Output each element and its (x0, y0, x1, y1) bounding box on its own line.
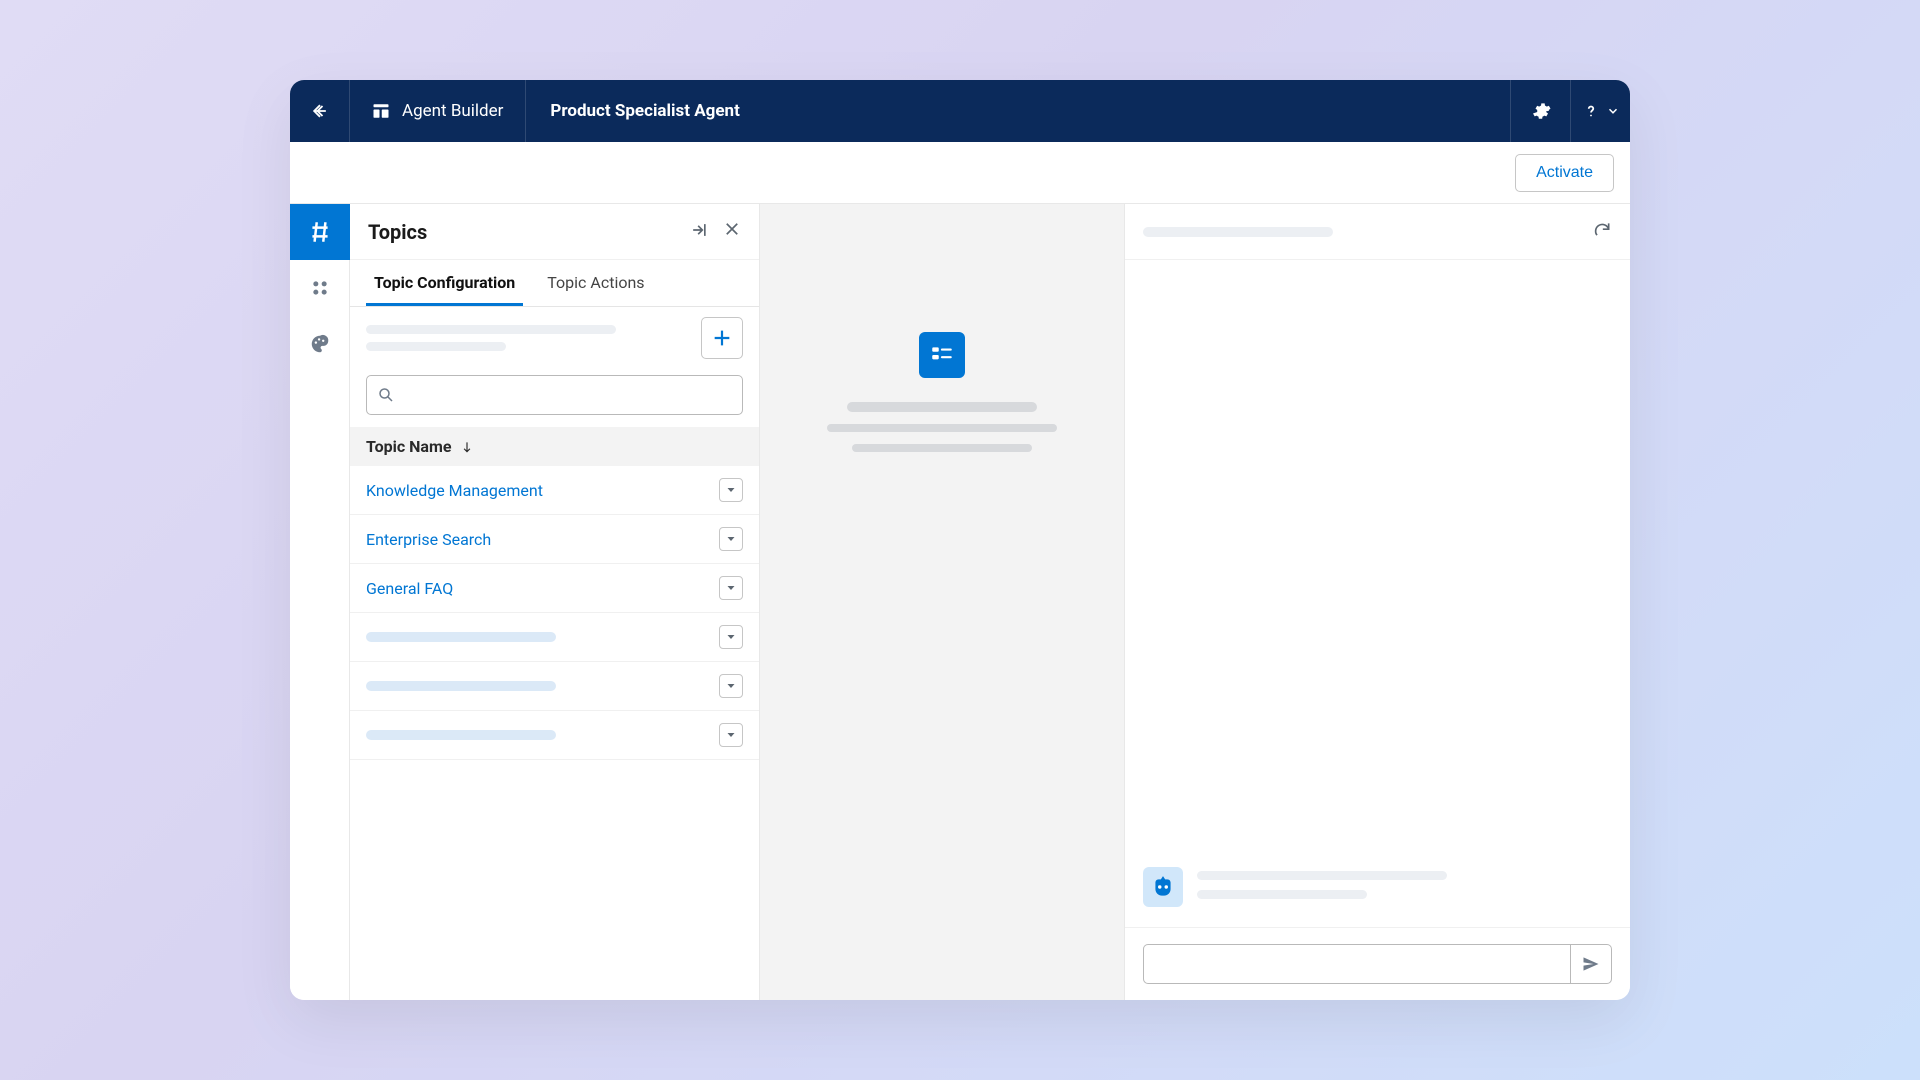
app-brand: Agent Builder (350, 80, 526, 142)
rail-topics[interactable] (290, 204, 350, 260)
assistant-placeholder (1197, 867, 1612, 907)
chat-header (1125, 204, 1630, 260)
help-icon (1582, 102, 1600, 120)
topic-link[interactable]: General FAQ (366, 579, 719, 598)
activate-button[interactable]: Activate (1515, 154, 1614, 192)
topic-placeholder (366, 730, 719, 740)
panel-tabs: Topic Configuration Topic Actions (350, 260, 759, 307)
app-icon (372, 102, 390, 120)
tab-topic-configuration[interactable]: Topic Configuration (366, 260, 523, 306)
table-row (350, 662, 759, 711)
topic-placeholder (366, 632, 719, 642)
rail-theme[interactable] (290, 316, 350, 372)
row-menu-button[interactable] (719, 625, 743, 649)
table-row: Knowledge Management (350, 466, 759, 515)
detail-icon-box (919, 332, 965, 378)
help-dropdown[interactable] (1570, 80, 1630, 142)
chevron-down-icon (1606, 104, 1620, 118)
content-area: Topics Topic Configuration Topic Actions (290, 204, 1630, 1000)
caret-down-icon (725, 631, 737, 643)
chat-title-placeholder (1143, 227, 1333, 237)
row-menu-button[interactable] (719, 527, 743, 551)
add-topic-button[interactable] (701, 317, 743, 359)
left-rail (290, 204, 350, 1000)
panel-toolbar (350, 307, 759, 367)
caret-down-icon (725, 582, 737, 594)
toolbar-placeholder (366, 325, 691, 351)
caret-down-icon (725, 729, 737, 741)
topic-placeholder (366, 681, 719, 691)
send-button[interactable] (1570, 944, 1612, 984)
hash-icon (307, 219, 333, 245)
tab-topic-actions[interactable]: Topic Actions (539, 260, 652, 306)
row-menu-button[interactable] (719, 723, 743, 747)
chat-input-bar (1125, 927, 1630, 1000)
topic-link[interactable]: Knowledge Management (366, 481, 719, 500)
chat-body (1125, 260, 1630, 927)
assistant-avatar (1143, 867, 1183, 907)
titlebar-actions (1510, 80, 1630, 142)
app-name: Agent Builder (402, 101, 503, 121)
table-row (350, 711, 759, 760)
col-topic-name: Topic Name (366, 437, 452, 456)
chat-panel (1124, 204, 1630, 1000)
send-icon (1581, 954, 1601, 974)
row-menu-button[interactable] (719, 576, 743, 600)
detail-placeholder (827, 402, 1057, 452)
collapse-panel-button[interactable] (689, 220, 709, 244)
refresh-icon (1592, 220, 1612, 240)
rail-apps[interactable] (290, 260, 350, 316)
chat-input[interactable] (1143, 944, 1570, 984)
assistant-message (1143, 867, 1612, 907)
topics-panel: Topics Topic Configuration Topic Actions (350, 204, 760, 1000)
table-row: Enterprise Search (350, 515, 759, 564)
subheader: Activate (290, 142, 1630, 204)
caret-down-icon (725, 484, 737, 496)
row-menu-button[interactable] (719, 674, 743, 698)
close-icon (723, 220, 741, 238)
collapse-icon (689, 220, 709, 240)
caret-down-icon (725, 533, 737, 545)
page-title: Product Specialist Agent (526, 80, 1510, 142)
table-row: General FAQ (350, 564, 759, 613)
close-panel-button[interactable] (723, 220, 741, 244)
refresh-chat-button[interactable] (1592, 220, 1612, 244)
topics-table: Knowledge Management Enterprise Search G… (350, 466, 759, 760)
table-row (350, 613, 759, 662)
palette-icon (309, 333, 331, 355)
grid-icon (310, 278, 330, 298)
panel-header: Topics (350, 204, 759, 260)
back-button[interactable] (290, 80, 350, 142)
titlebar: Agent Builder Product Specialist Agent (290, 80, 1630, 142)
panel-title: Topics (368, 220, 689, 244)
bot-icon (1150, 874, 1176, 900)
topic-search (366, 375, 743, 415)
search-input[interactable] (366, 375, 743, 415)
app-window: Agent Builder Product Specialist Agent A… (290, 80, 1630, 1000)
caret-down-icon (725, 680, 737, 692)
settings-button[interactable] (1510, 80, 1570, 142)
search-icon (377, 386, 395, 404)
detail-pane (760, 204, 1124, 1000)
gear-icon (1531, 101, 1551, 121)
row-menu-button[interactable] (719, 478, 743, 502)
sort-down-icon (460, 440, 474, 454)
topics-table-header[interactable]: Topic Name (350, 427, 759, 466)
plus-icon (711, 327, 733, 349)
list-icon (929, 342, 955, 368)
topic-link[interactable]: Enterprise Search (366, 530, 719, 549)
